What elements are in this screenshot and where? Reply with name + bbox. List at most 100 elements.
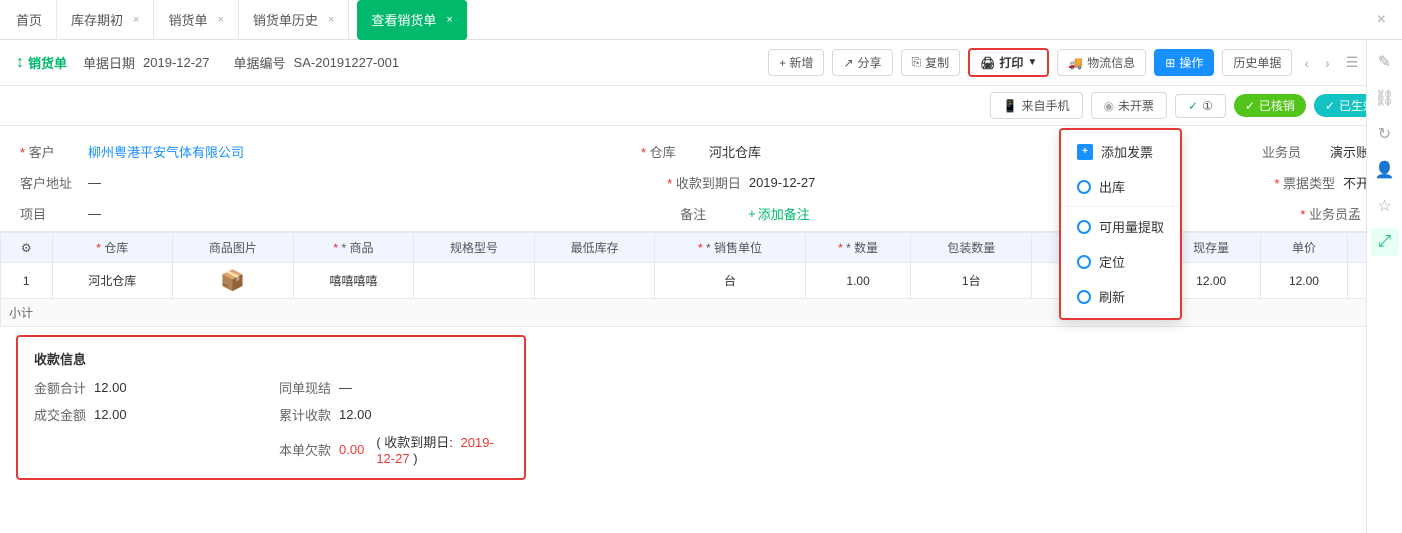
print-dropdown-arrow: ▼ — [1027, 57, 1037, 68]
row-product-img: 📦 — [173, 263, 294, 299]
check-icon-1: ✓ — [1188, 99, 1198, 113]
sidebar-edit-icon[interactable]: ✎ — [1371, 48, 1399, 76]
tab-sales-history[interactable]: 销货单历史 × — [239, 0, 349, 40]
dropdown-add-invoice[interactable]: + 添加发票 — [1061, 134, 1180, 169]
address-label: 客户地址 — [20, 173, 80, 192]
check-circle-icon-2: ✓ — [1325, 99, 1335, 113]
col-warehouse: 仓库 — [52, 233, 173, 263]
refresh-icon — [1077, 290, 1091, 304]
dropdown-locate[interactable]: 定位 — [1061, 244, 1180, 279]
tab-sales-close[interactable]: × — [217, 14, 223, 26]
available-qty-icon — [1077, 220, 1091, 234]
doc-header: ↕ 销货单 单据日期 2019-12-27 单据编号 SA-20191227-0… — [0, 40, 1402, 86]
sidebar-link-icon[interactable]: ⛓ — [1371, 84, 1399, 112]
row-pack-qty: 1台 — [911, 263, 1032, 299]
doc-info: 单据日期 2019-12-27 单据编号 SA-20191227-001 — [83, 53, 752, 72]
tab-inventory[interactable]: 库存期初 × — [57, 0, 154, 40]
truck-icon: 🚚 — [1068, 56, 1083, 70]
row-product: 嘻嘻嘻嘻 — [293, 263, 414, 299]
col-pack-qty: 包装数量 — [911, 233, 1032, 263]
outbound-icon — [1077, 180, 1091, 194]
from-phone-button[interactable]: 📱 来自手机 — [990, 92, 1083, 119]
tab-bar-close[interactable]: × — [1369, 11, 1394, 29]
sidebar-user-icon[interactable]: 👤 — [1371, 156, 1399, 184]
tab-view-sales[interactable]: 查看销货单 × — [357, 0, 467, 40]
tab-home-label: 首页 — [16, 10, 42, 29]
plus-icon: + — [748, 206, 756, 221]
main-content: ↕ 销货单 单据日期 2019-12-27 单据编号 SA-20191227-0… — [0, 40, 1402, 533]
subtotal-label: 小计 — [1, 299, 1402, 327]
due-date-text: ( 收款到期日: 2019-12-27 ) — [376, 432, 508, 466]
row-quantity: 1.00 — [805, 263, 911, 299]
logistics-button[interactable]: 🚚 物流信息 — [1057, 49, 1146, 76]
dropdown-available-qty[interactable]: 可用量提取 — [1061, 209, 1180, 244]
tab-inventory-label: 库存期初 — [71, 10, 123, 29]
same-order-value: — — [339, 380, 352, 395]
employee-field: 业务员 演示账号 — [1262, 142, 1382, 161]
tab-bar: 首页 库存期初 × 销货单 × 销货单历史 × 查看销货单 × × — [0, 0, 1402, 40]
row-num: 1 — [1, 263, 53, 299]
row-min-stock — [534, 263, 655, 299]
tab-view-sales-close[interactable]: × — [446, 14, 452, 26]
address-field: 客户地址 — — [20, 173, 627, 192]
col-min-stock: 最低库存 — [534, 233, 655, 263]
list-view-icon[interactable]: ☰ — [1342, 52, 1363, 73]
payment-info-grid: 金额合计 12.00 同单现结 — 成交金额 12.00 累计收款 12.00 … — [34, 378, 508, 466]
address-value: — — [88, 175, 101, 190]
tab-sales-history-close[interactable]: × — [328, 14, 334, 26]
tab-home[interactable]: 首页 — [8, 0, 57, 40]
doc-actions: + 新增 ↗ 分享 ⎘ 复制 🖨 打印 ▼ 🚚 物流信息 ⊞ 操作 — [768, 48, 1386, 77]
dropdown-outbound[interactable]: 出库 — [1061, 169, 1180, 204]
doc-type-label: 销货单 — [28, 53, 67, 72]
col-unit-price: 单价 — [1260, 233, 1347, 263]
current-due-row: 本单欠款 0.00 ( 收款到期日: 2019-12-27 ) — [279, 432, 508, 466]
next-record-arrow[interactable]: › — [1321, 53, 1334, 73]
not-open-button[interactable]: ◉ 未开票 — [1091, 92, 1168, 119]
sidebar-star-icon[interactable]: ☆ — [1371, 192, 1399, 220]
product-table: ⚙ 仓库 商品图片 * 商品 规格型号 最低库存 * 销售单位 * 数量 包装数… — [0, 232, 1402, 327]
row-sales-unit: 台 — [655, 263, 805, 299]
form-area: 客户 柳州粤港平安气体有限公司 仓库 河北仓库 业务员 演示账号 客户地址 — … — [0, 126, 1402, 231]
col-product: * 商品 — [293, 233, 414, 263]
remark-field: 备注 + 添加备注 — [680, 204, 1300, 223]
col-product-img: 商品图片 — [173, 233, 294, 263]
salesperson-label: 业务员孟 — [1300, 204, 1361, 223]
copy-button[interactable]: ⎘ 复制 — [901, 49, 961, 76]
share-button[interactable]: ↗ 分享 — [832, 49, 892, 76]
sidebar-expand-icon[interactable]: ⤢ — [1371, 228, 1399, 256]
share-icon: ↗ — [843, 56, 853, 70]
current-due-label: 本单欠款 — [279, 440, 331, 459]
row-spec — [414, 263, 535, 299]
total-amount-value: 12.00 — [94, 380, 127, 395]
project-label: 项目 — [20, 204, 80, 223]
project-value: — — [88, 206, 101, 221]
table-row: 1 河北仓库 📦 嘻嘻嘻嘻 台 1.00 1台 12.00 12.00 0. — [1, 263, 1402, 299]
sidebar-rotate-icon[interactable]: ↻ — [1371, 120, 1399, 148]
tab-inventory-close[interactable]: × — [133, 14, 139, 26]
employee-label: 业务员 — [1262, 142, 1322, 161]
cumulative-collection-row: 累计收款 12.00 — [279, 405, 508, 424]
operations-button[interactable]: ⊞ 操作 — [1154, 49, 1214, 76]
history-button[interactable]: 历史单据 — [1222, 49, 1292, 76]
add-remark-button[interactable]: + 添加备注 — [748, 204, 810, 223]
new-button[interactable]: + 新增 — [768, 49, 824, 76]
payment-info-box: 收款信息 金额合计 12.00 同单现结 — 成交金额 12.00 累计收款 1… — [16, 335, 526, 480]
current-due-value: 0.00 — [339, 442, 364, 457]
remark-label: 备注 — [680, 204, 740, 223]
locate-icon — [1077, 255, 1091, 269]
ticket-icon: ◉ — [1104, 99, 1114, 113]
dropdown-refresh[interactable]: 刷新 — [1061, 279, 1180, 314]
phone-icon: 📱 — [1003, 99, 1018, 113]
warehouse-value: 河北仓库 — [709, 142, 761, 161]
cancel-status-button[interactable]: ✓ 已核销 — [1234, 94, 1306, 117]
customer-value[interactable]: 柳州粤港平安气体有限公司 — [88, 142, 244, 161]
print-button[interactable]: 🖨 打印 ▼ — [968, 48, 1049, 77]
col-settings[interactable]: ⚙ — [1, 233, 53, 263]
check1-button[interactable]: ✓ ① — [1175, 94, 1226, 118]
tab-sales[interactable]: 销货单 × — [154, 0, 238, 40]
dropdown-divider-1 — [1061, 206, 1180, 207]
toolbar-row: 📱 来自手机 ◉ 未开票 ✓ ① ✓ 已核销 ✓ 已生效 — [0, 86, 1402, 126]
prev-record-arrow[interactable]: ‹ — [1300, 53, 1313, 73]
col-quantity: * 数量 — [805, 233, 911, 263]
row-unit-price: 12.00 — [1260, 263, 1347, 299]
